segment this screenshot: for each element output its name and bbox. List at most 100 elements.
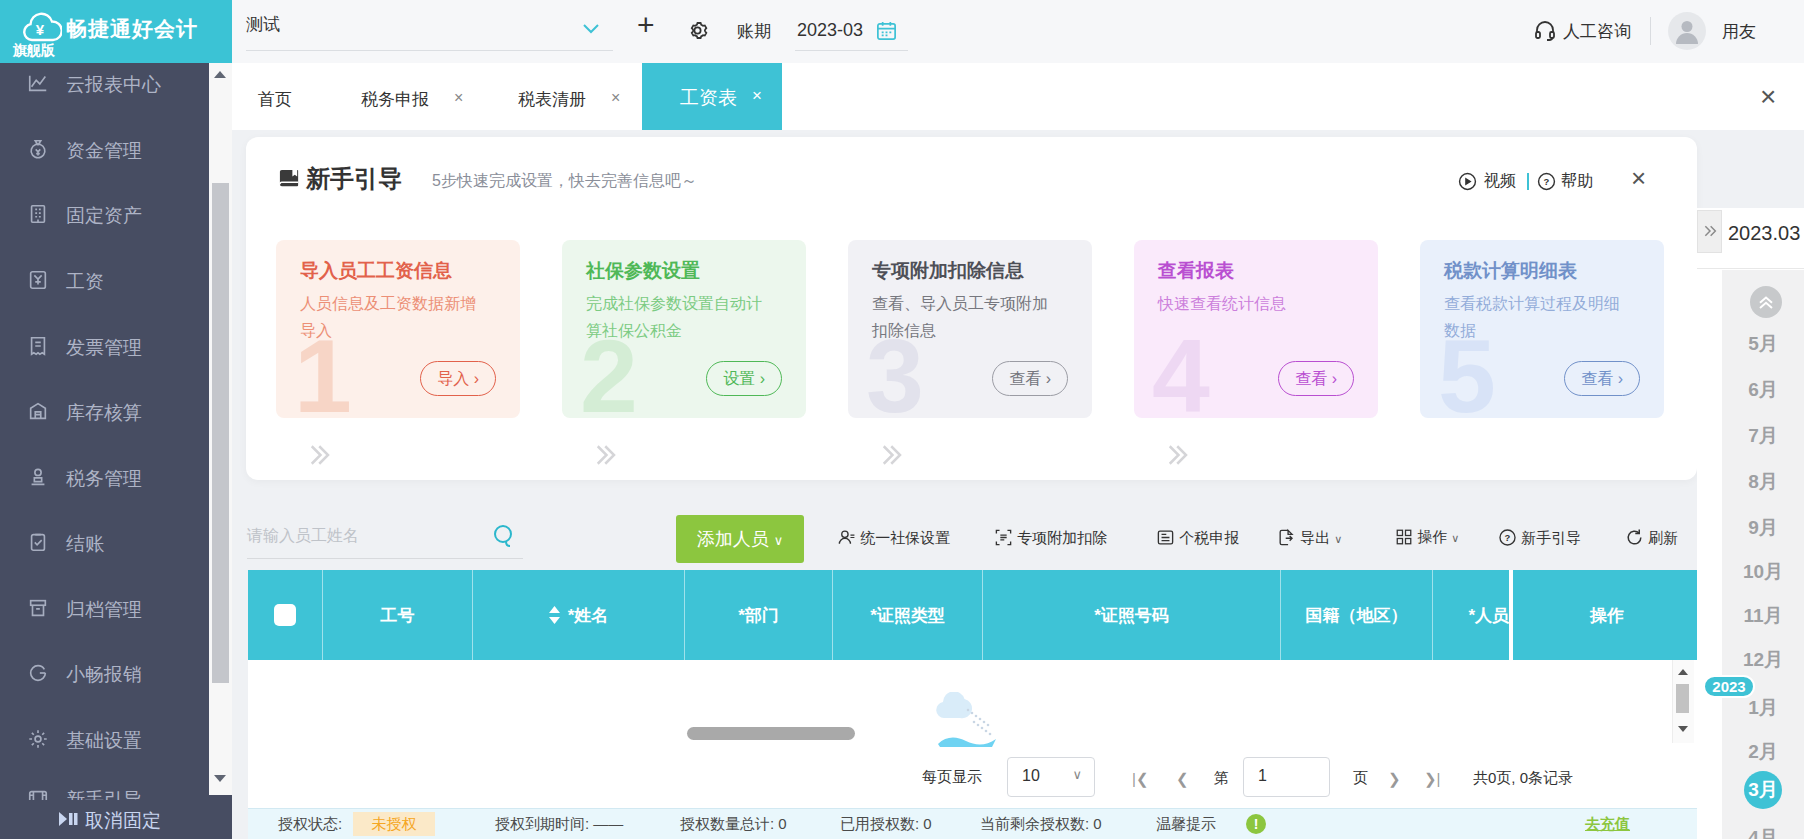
refresh-button[interactable]: 刷新 — [1625, 528, 1678, 548]
vscrollbar-thumb[interactable] — [1676, 684, 1689, 713]
select-all-checkbox[interactable] — [274, 604, 296, 626]
scrollbar-thumb[interactable] — [212, 183, 229, 683]
month-item[interactable]: 5月 — [1722, 331, 1804, 357]
select-all-column[interactable] — [248, 570, 323, 660]
company-select[interactable]: 测试 — [246, 13, 280, 36]
month-item[interactable]: 12月 — [1722, 647, 1804, 673]
unpin-sidebar-button[interactable]: 取消固定 — [0, 800, 232, 839]
tab-tax-list-close-icon[interactable]: × — [611, 89, 620, 107]
search-icon[interactable] — [492, 523, 516, 549]
guide-step-tax-detail: 5 税款计算明细表 查看税款计算过程及明细数据 查看 › — [1420, 240, 1664, 418]
headset-icon[interactable] — [1533, 19, 1557, 43]
avatar[interactable] — [1668, 12, 1706, 50]
sidebar-item-expense[interactable]: 小畅报销 — [0, 650, 209, 696]
sidebar-item-funds[interactable]: 资金管理 — [0, 126, 209, 172]
collapse-calendar-button[interactable] — [1697, 210, 1722, 253]
month-item[interactable]: 4月 — [1722, 825, 1804, 839]
status-footer: 授权状态: 未授权 授权到期时间: —— 授权数量总计: 0 已用授权数: 0 … — [248, 808, 1697, 839]
guide-toolbar-link[interactable]: ? 新手引导 — [1498, 528, 1581, 548]
month-item[interactable]: 7月 — [1722, 423, 1804, 449]
column-name[interactable]: *姓名 — [473, 570, 685, 660]
tab-tax-filing[interactable]: 税务申报 — [361, 88, 429, 111]
help-question-icon[interactable]: ? — [1537, 172, 1556, 191]
column-personnel: *人员 — [1433, 570, 1513, 660]
tab-home[interactable]: 首页 — [258, 88, 292, 111]
import-button[interactable]: 导入 › — [420, 361, 496, 396]
scroll-up-arrow[interactable] — [1678, 669, 1688, 675]
sidebar-item-inventory[interactable]: 库存核算 — [0, 388, 209, 434]
tax-declaration[interactable]: 个税申报 — [1156, 528, 1239, 548]
month-item[interactable]: 10月 — [1722, 559, 1804, 585]
tab-tax-list[interactable]: 税表清册 — [518, 88, 586, 111]
info-icon[interactable]: ! — [1246, 814, 1266, 834]
page-prefix: 第 — [1214, 769, 1229, 788]
gear-icon — [27, 728, 49, 750]
social-insurance-setting[interactable]: 统一社保设置 — [837, 528, 950, 548]
sidebar: ¥ 畅捷通好会计 旗舰版 云报表中心 资金管理 固定资产 工资 发票管理 库存核… — [0, 0, 232, 839]
actions-menu[interactable]: 操作 ∨ — [1395, 528, 1459, 547]
calendar-icon[interactable] — [875, 19, 898, 42]
month-item[interactable]: 8月 — [1722, 469, 1804, 495]
setup-button[interactable]: 设置 › — [706, 361, 782, 396]
auth-used: 已用授权数: 0 — [840, 815, 932, 834]
page-input[interactable]: 1 — [1243, 757, 1330, 797]
scroll-up-arrow[interactable] — [214, 71, 226, 78]
month-item[interactable]: 1月 — [1722, 695, 1804, 721]
period-value[interactable]: 2023-03 — [797, 20, 863, 41]
export-menu[interactable]: 导出 ∨ — [1277, 528, 1342, 548]
view-reports-button[interactable]: 查看 › — [1278, 361, 1354, 396]
horizontal-scrollbar-thumb[interactable] — [687, 727, 855, 740]
sidebar-item-closing[interactable]: 结账 — [0, 519, 209, 565]
current-month-badge[interactable]: 3月 — [1744, 771, 1782, 809]
period-label: 账期 — [737, 20, 771, 43]
close-all-icon[interactable]: × — [1760, 81, 1776, 113]
add-account-button[interactable]: + — [637, 8, 655, 42]
sidebar-item-cloud-reports[interactable]: 云报表中心 — [0, 60, 209, 106]
search-input[interactable]: 请输入员工姓名 — [247, 526, 359, 547]
sidebar-item-settings[interactable]: 基础设置 — [0, 716, 209, 762]
chevron-down-icon[interactable] — [582, 23, 600, 35]
support-link[interactable]: 人工咨询 — [1563, 20, 1631, 43]
guide-close-icon[interactable]: × — [1631, 163, 1646, 194]
per-page-label: 每页显示 — [922, 768, 982, 787]
video-link[interactable]: 视频 — [1484, 171, 1516, 192]
month-item[interactable]: 2月 — [1722, 739, 1804, 765]
vertical-scrollbar[interactable] — [1672, 660, 1694, 743]
year-badge: 2023 — [1703, 675, 1755, 698]
sidebar-item-tax[interactable]: 税务管理 — [0, 454, 209, 500]
month-item[interactable]: 11月 — [1722, 603, 1804, 629]
scroll-down-arrow[interactable] — [214, 775, 226, 782]
add-employee-button[interactable]: 添加人员 ∨ — [676, 515, 804, 563]
sidebar-item-salary[interactable]: 工资 — [0, 257, 209, 303]
view-deduction-button[interactable]: 查看 › — [992, 361, 1068, 396]
last-page-icon[interactable]: ❯| — [1424, 770, 1440, 788]
scroll-down-arrow[interactable] — [1678, 726, 1688, 732]
expand-step2-icon[interactable] — [589, 440, 619, 470]
tab-tax-filing-close-icon[interactable]: × — [454, 89, 463, 107]
play-video-icon[interactable] — [1458, 172, 1477, 191]
view-tax-button[interactable]: 查看 › — [1564, 361, 1640, 396]
help-link[interactable]: 帮助 — [1561, 171, 1593, 192]
expand-step4-icon[interactable] — [1161, 440, 1191, 470]
per-page-select[interactable]: 10 ∨ — [1007, 757, 1095, 797]
first-page-icon[interactable]: |❮ — [1132, 770, 1148, 788]
recharge-link[interactable]: 去充值 — [1585, 815, 1630, 834]
calendar-period: 2023.03 — [1728, 222, 1800, 245]
scroll-months-up-button[interactable] — [1750, 286, 1782, 318]
special-deduction[interactable]: 专项附加扣除 — [994, 528, 1107, 548]
expand-step3-icon[interactable] — [875, 440, 905, 470]
tab-salary-active[interactable]: 工资表 × — [642, 63, 782, 130]
month-item[interactable]: 6月 — [1722, 377, 1804, 403]
prev-page-icon[interactable]: ❮ — [1176, 770, 1189, 788]
month-item[interactable]: 9月 — [1722, 515, 1804, 541]
next-page-icon[interactable]: ❯ — [1388, 770, 1401, 788]
sidebar-scrollbar[interactable] — [209, 63, 232, 795]
sidebar-item-fixed-assets[interactable]: 固定资产 — [0, 191, 209, 237]
tab-salary-close-icon[interactable]: × — [752, 86, 762, 106]
sort-icon[interactable] — [549, 606, 560, 624]
settings-gear-icon[interactable] — [685, 18, 710, 43]
sidebar-item-archive[interactable]: 归档管理 — [0, 585, 209, 631]
expand-step1-icon[interactable] — [303, 440, 333, 470]
sidebar-item-invoices[interactable]: 发票管理 — [0, 323, 209, 369]
user-name[interactable]: 用友 — [1722, 20, 1756, 43]
